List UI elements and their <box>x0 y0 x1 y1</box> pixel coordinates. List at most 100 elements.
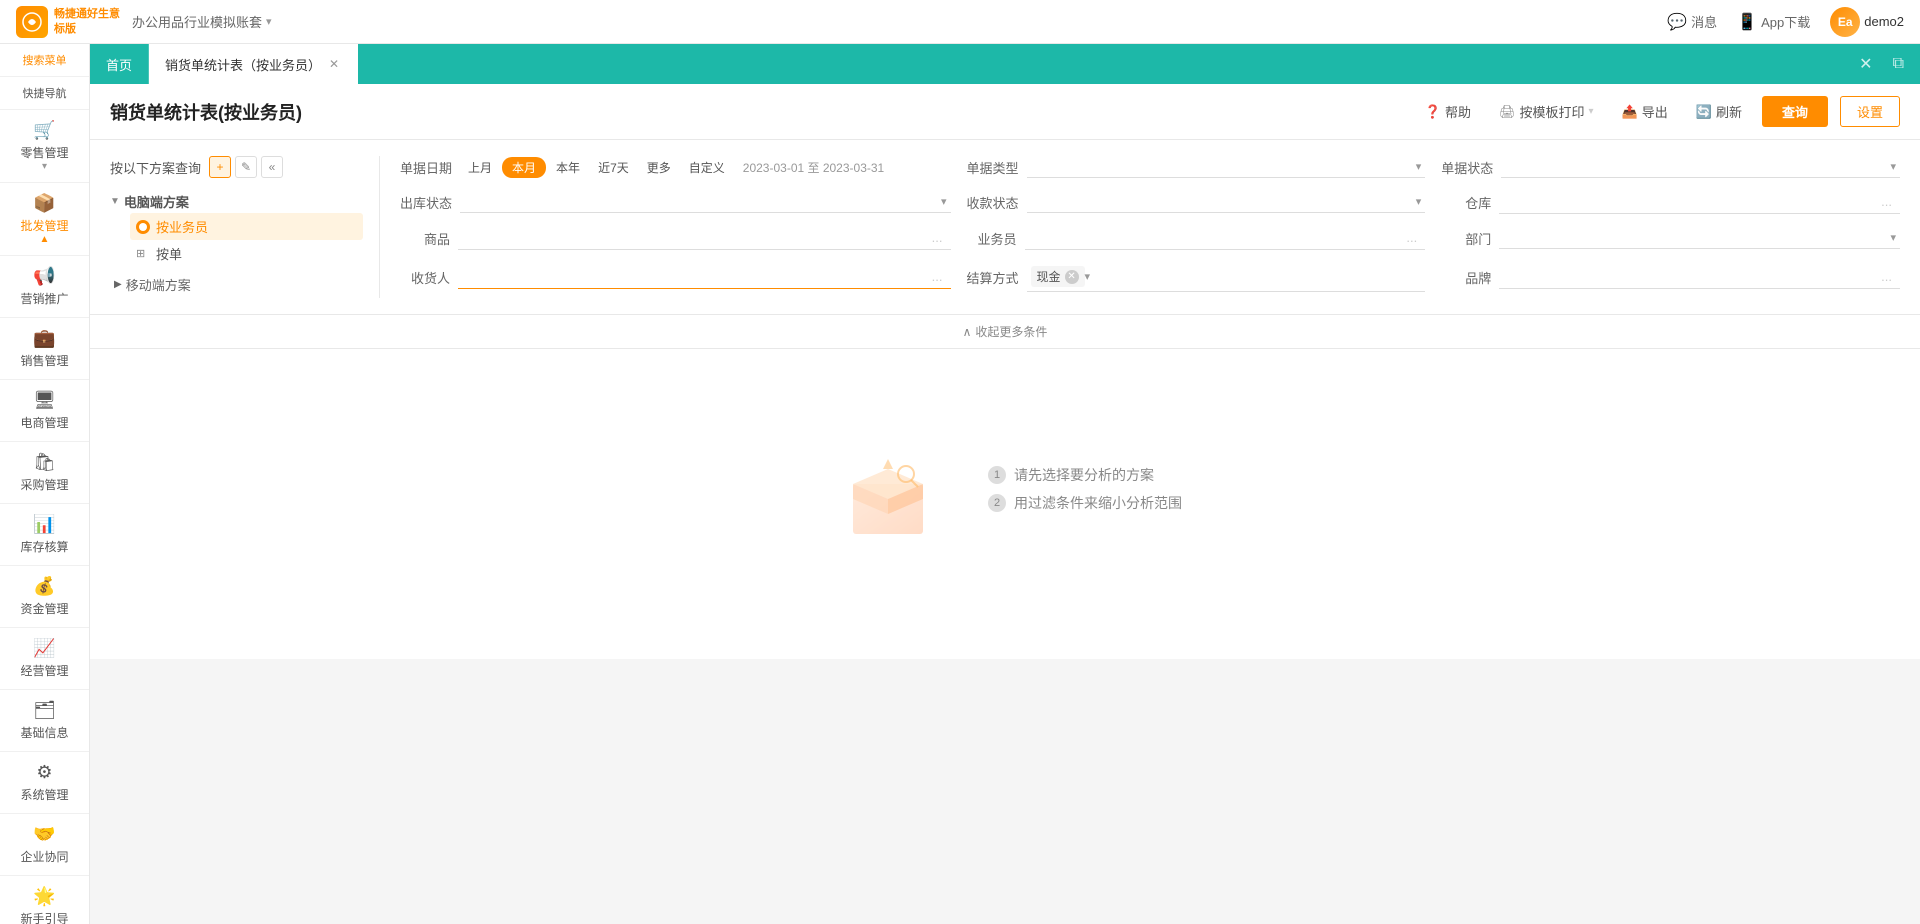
date-label: 单据日期 <box>400 158 452 177</box>
tab-restore-icon[interactable]: ⧉ <box>1885 51 1912 77</box>
main-layout: 搜索菜单 快捷导航 🛒 零售管理 ▾ 📦 批发管理 ▲ 📢 营销推广 💼 销售管… <box>0 44 1920 924</box>
scheme-collapse-button[interactable]: « <box>261 156 283 178</box>
tab-bar: 首页 销货单统计表（按业务员） ✕ ✕ ⧉ <box>90 44 1920 84</box>
scheme-title: 按以下方案查询 + ✎ « <box>110 156 363 178</box>
payment-status-select[interactable]: ▾ <box>1027 191 1426 213</box>
doc-status-select[interactable]: ▾ <box>1501 156 1900 178</box>
warehouse-select[interactable]: ... <box>1499 190 1900 214</box>
sidebar-item-purchase[interactable]: 🛍 采购管理 <box>0 442 89 504</box>
pc-triangle-icon: ▼ <box>110 196 120 207</box>
inventory-icon: 📊 <box>33 514 55 535</box>
date-tab-more[interactable]: 更多 <box>639 157 679 178</box>
brand-field: 品牌 ... <box>1441 265 1900 289</box>
goods-field: 商品 ... <box>400 226 951 250</box>
settlement-tag: 现金 ✕ <box>1031 266 1085 287</box>
doc-type-select[interactable]: ▾ <box>1027 156 1426 178</box>
date-tab-lastmonth[interactable]: 上月 <box>460 157 500 178</box>
sidebar-item-inventory[interactable]: 📊 库存核算 <box>0 504 89 566</box>
receiver-label: 收货人 <box>400 268 450 287</box>
filter-row-1: 单据日期 上月 本月 本年 近7天 更多 自定义 2023-03-01 至 20… <box>400 156 1900 178</box>
sidebar-item-sales[interactable]: 💼 销售管理 <box>0 318 89 380</box>
export-button[interactable]: 📤 导出 <box>1614 98 1676 125</box>
avatar: Ea <box>1830 7 1860 37</box>
warehouse-dots: ... <box>1881 194 1892 209</box>
collapse-bar[interactable]: ∧ 收起更多条件 <box>90 315 1920 349</box>
scheme-item-order[interactable]: ⊞ 按单 <box>130 240 363 267</box>
sidebar-item-basic[interactable]: 🗂 基础信息 <box>0 690 89 752</box>
payment-status-label: 收款状态 <box>967 193 1019 212</box>
brand-dots: ... <box>1881 269 1892 284</box>
settings-button[interactable]: 设置 <box>1840 96 1900 127</box>
purchase-icon: 🛍 <box>33 452 56 473</box>
receiver-select[interactable]: ... <box>458 265 951 289</box>
query-button[interactable]: 查询 <box>1762 96 1828 127</box>
help-button[interactable]: ❓ 帮助 <box>1417 98 1479 125</box>
doc-status-label: 单据状态 <box>1441 158 1493 177</box>
tab-bar-actions: ✕ ⧉ <box>1851 50 1920 78</box>
message-button[interactable]: 💬 消息 <box>1667 12 1717 32</box>
scheme-child-list: 按业务员 ⊞ 按单 <box>110 213 363 267</box>
sidebar-quicknav[interactable]: 快捷导航 <box>0 77 89 110</box>
date-tab-thismonth[interactable]: 本月 <box>502 157 546 178</box>
logo-text: 畅捷通好生意 标版 <box>54 7 120 36</box>
sidebar-item-marketing[interactable]: 📢 营销推广 <box>0 256 89 318</box>
sidebar-item-finance[interactable]: 💰 资金管理 <box>0 566 89 628</box>
filter-panel: 按以下方案查询 + ✎ « ▼ 电脑端方案 <box>90 140 1920 315</box>
breadcrumb[interactable]: 办公用品行业模拟账套 ▾ <box>132 12 272 31</box>
department-select[interactable]: ▾ <box>1499 227 1900 249</box>
goods-select[interactable]: ... <box>458 226 951 250</box>
app-download-button[interactable]: 📱 App下载 <box>1737 12 1810 32</box>
refresh-button[interactable]: 🔄 刷新 <box>1688 98 1750 125</box>
date-tab-7days[interactable]: 近7天 <box>590 157 637 178</box>
breadcrumb-text: 办公用品行业模拟账套 <box>132 12 262 31</box>
date-tab-custom[interactable]: 自定义 <box>681 157 733 178</box>
sidebar-item-wholesale[interactable]: 📦 批发管理 ▲ <box>0 183 89 256</box>
sidebar-item-enterprise[interactable]: 🤝 企业协同 <box>0 814 89 876</box>
sidebar-item-operations[interactable]: 📈 经营管理 <box>0 628 89 690</box>
tab-close-icon[interactable]: ✕ <box>327 57 341 71</box>
user-area[interactable]: Ea demo2 <box>1830 7 1904 37</box>
salesperson-select[interactable]: ... <box>1025 226 1426 250</box>
sidebar-item-ecommerce[interactable]: 🖥 电商管理 <box>0 380 89 442</box>
sidebar: 搜索菜单 快捷导航 🛒 零售管理 ▾ 📦 批发管理 ▲ 📢 营销推广 💼 销售管… <box>0 44 90 924</box>
message-icon: 💬 <box>1667 12 1687 32</box>
brand-select[interactable]: ... <box>1499 265 1900 289</box>
header-left: 畅捷通好生意 标版 办公用品行业模拟账套 ▾ <box>16 6 272 38</box>
settlement-tag-close[interactable]: ✕ <box>1065 270 1079 284</box>
tab-home[interactable]: 首页 <box>90 44 149 84</box>
step-1-num: 1 <box>988 466 1006 484</box>
print-dropdown-icon[interactable]: ▾ <box>1589 106 1594 117</box>
retail-icon: 🛒 <box>33 120 55 141</box>
department-arrow-icon: ▾ <box>1890 231 1896 244</box>
collapse-button[interactable]: ∧ 收起更多条件 <box>963 323 1048 340</box>
tab-sales-stats[interactable]: 销货单统计表（按业务员） ✕ <box>149 44 358 84</box>
scheme-item-salesperson[interactable]: 按业务员 <box>130 213 363 240</box>
tab-close-window-icon[interactable]: ✕ <box>1851 50 1880 78</box>
filter-row-3: 商品 ... 业务员 ... <box>400 226 1900 250</box>
scheme-edit-button[interactable]: ✎ <box>235 156 257 178</box>
salesperson-label: 业务员 <box>967 229 1017 248</box>
doc-type-label: 单据类型 <box>967 158 1019 177</box>
filter-scheme-panel: 按以下方案查询 + ✎ « ▼ 电脑端方案 <box>110 156 380 298</box>
sidebar-item-newbie[interactable]: 🌟 新手引导 <box>0 876 89 924</box>
sidebar-item-retail[interactable]: 🛒 零售管理 ▾ <box>0 110 89 183</box>
help-icon: ❓ <box>1425 104 1441 120</box>
scheme-mobile-header[interactable]: ▶ 移动端方案 <box>110 275 363 294</box>
sidebar-item-system[interactable]: ⚙ 系统管理 <box>0 752 89 814</box>
username: demo2 <box>1864 14 1904 29</box>
scheme-add-button[interactable]: + <box>209 156 231 178</box>
print-button[interactable]: 🖨 按模板打印 ▾ <box>1491 98 1602 125</box>
warehouse-label: 仓库 <box>1441 193 1491 212</box>
logo-area[interactable]: 畅捷通好生意 标版 <box>16 6 120 38</box>
sidebar-search[interactable]: 搜索菜单 <box>0 44 89 77</box>
filter-row-2: 出库状态 ▾ 收款状态 ▾ <box>400 190 1900 214</box>
out-status-select[interactable]: ▾ <box>460 191 950 213</box>
salesperson-field: 业务员 ... <box>967 226 1426 250</box>
receiver-dots: ... <box>932 269 943 284</box>
payment-status-field: 收款状态 ▾ <box>967 191 1426 213</box>
settlement-select[interactable]: 现金 ✕ ▾ <box>1027 262 1426 292</box>
out-status-arrow-icon: ▾ <box>941 195 947 208</box>
finance-icon: 💰 <box>33 576 55 597</box>
scheme-pc-header[interactable]: ▼ 电脑端方案 <box>110 190 363 213</box>
date-tab-thisyear[interactable]: 本年 <box>548 157 588 178</box>
